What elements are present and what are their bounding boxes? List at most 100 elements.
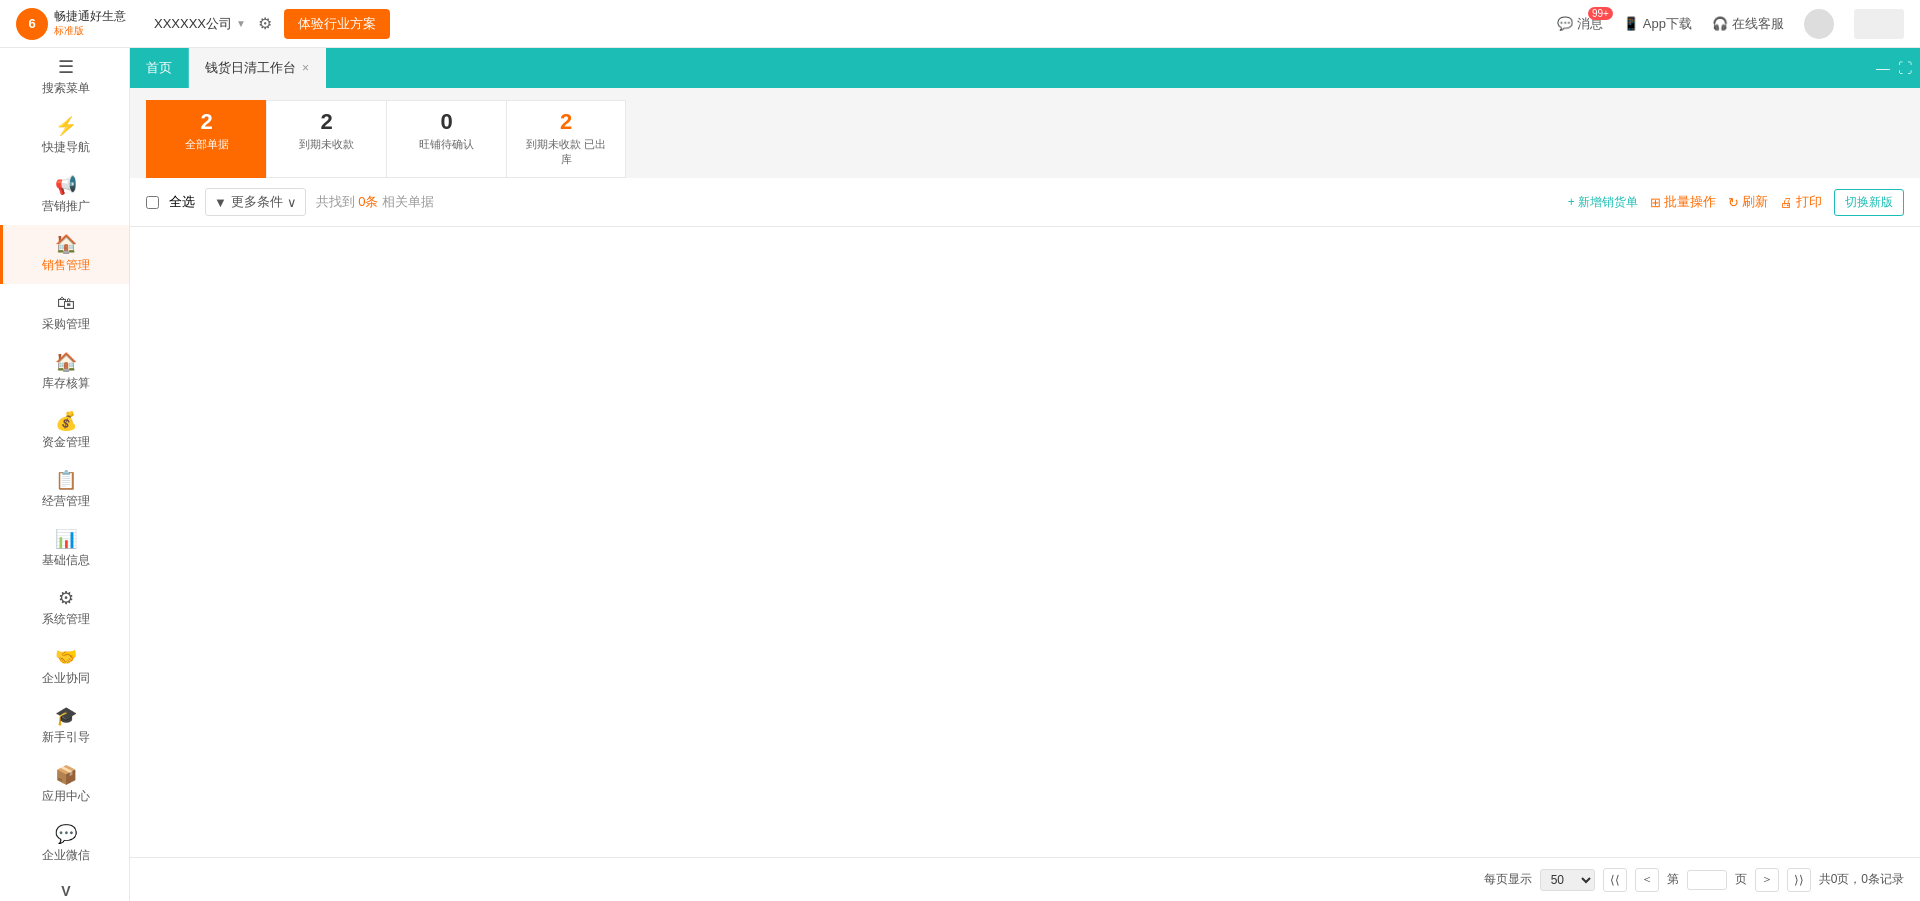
topbar: 6 畅捷通好生意 标准版 XXXXXX公司 ▼ ⚙ 体验行业方案 💬 消息 99… xyxy=(0,0,1920,48)
sidebar-item-quick-nav[interactable]: ⚡ 快捷导航 xyxy=(0,107,129,166)
tab-minimize-button[interactable]: — xyxy=(1876,60,1890,76)
sidebar: ☰ 搜索菜单 ⚡ 快捷导航 📢 营销推广 🏠 销售管理 🛍 采购管理 🏠 库存核… xyxy=(0,48,130,901)
search-menu-icon: ☰ xyxy=(58,58,74,76)
company-name: XXXXXX公司 xyxy=(154,15,232,33)
sidebar-item-cooperation[interactable]: 🤝 企业协同 xyxy=(0,638,129,697)
table-area xyxy=(130,227,1920,857)
download-icon: 📱 xyxy=(1623,16,1639,31)
message-icon: 💬 xyxy=(1557,16,1573,31)
last-page-button[interactable]: ⟩⟩ xyxy=(1787,868,1811,892)
sidebar-item-app-center[interactable]: 📦 应用中心 xyxy=(0,756,129,815)
logo-area: 6 畅捷通好生意 标准版 xyxy=(16,8,146,40)
page-number-input[interactable]: 1 xyxy=(1687,870,1727,890)
finance-icon: 💰 xyxy=(55,412,77,430)
newbie-icon: 🎓 xyxy=(55,707,77,725)
member-icon: V xyxy=(61,884,70,898)
first-page-button[interactable]: ⟨⟨ xyxy=(1603,868,1627,892)
system-icon: ⚙ xyxy=(58,589,74,607)
sidebar-item-purchase[interactable]: 🛍 采购管理 xyxy=(0,284,129,343)
service-icon: 🎧 xyxy=(1712,16,1728,31)
filter-icon: ▼ xyxy=(214,195,227,210)
user-name-area xyxy=(1854,9,1904,39)
stat-num-wang: 0 xyxy=(403,111,490,133)
message-button[interactable]: 💬 消息 99+ xyxy=(1557,15,1603,33)
app-name: 畅捷通好生意 xyxy=(54,9,126,25)
pagination: 每页显示 50 100 200 ⟨⟨ ＜ 第 1 页 ＞ ⟩⟩ 共0页，0条记录 xyxy=(130,857,1920,901)
print-icon: 🖨 xyxy=(1780,195,1793,210)
page-size-select[interactable]: 50 100 200 xyxy=(1540,869,1595,891)
filter-arrow: ∨ xyxy=(287,195,297,210)
stat-label-all: 全部单据 xyxy=(163,137,250,152)
purchase-icon: 🛍 xyxy=(57,294,75,312)
add-sales-button[interactable]: + 新增销货单 xyxy=(1568,194,1638,211)
found-count: 0条 xyxy=(358,194,378,209)
toolbar-right: + 新增销货单 ⊞ 批量操作 ↻ 刷新 🖨 打印 切换新版 xyxy=(1568,189,1904,216)
next-page-button[interactable]: ＞ xyxy=(1755,868,1779,892)
online-service-button[interactable]: 🎧 在线客服 xyxy=(1712,15,1784,33)
page-size-label: 每页显示 xyxy=(1484,871,1532,888)
stats-row: 2 全部单据 2 到期未收款 0 旺铺待确认 2 到期未收款 已出库 xyxy=(130,88,1920,178)
tabbar-actions: — ⛶ xyxy=(1876,60,1920,76)
sidebar-item-finance[interactable]: 💰 资金管理 xyxy=(0,402,129,461)
prev-page-button[interactable]: ＜ xyxy=(1635,868,1659,892)
tabbar: 首页 钱货日清工作台 × — ⛶ xyxy=(130,48,1920,88)
filter-button[interactable]: ▼ 更多条件 ∨ xyxy=(205,188,306,216)
page-total-info: 共0页，0条记录 xyxy=(1819,871,1904,888)
sidebar-item-wechat[interactable]: 💬 企业微信 xyxy=(0,815,129,874)
stat-card-wang[interactable]: 0 旺铺待确认 xyxy=(386,100,506,178)
logo-icon: 6 xyxy=(16,8,48,40)
cooperation-icon: 🤝 xyxy=(55,648,77,666)
tab-close-workbench[interactable]: × xyxy=(302,61,309,75)
print-button[interactable]: 🖨 打印 xyxy=(1780,193,1822,211)
marketing-icon: 📢 xyxy=(55,176,77,194)
company-selector[interactable]: XXXXXX公司 ▼ xyxy=(154,15,246,33)
stat-card-unshipped[interactable]: 2 到期未收款 已出库 xyxy=(506,100,626,178)
app-badge: 标准版 xyxy=(54,24,126,38)
stat-label-unshipped: 到期未收款 已出库 xyxy=(523,137,609,167)
batch-icon: ⊞ xyxy=(1650,195,1661,210)
app-center-icon: 📦 xyxy=(55,766,77,784)
sidebar-item-inventory[interactable]: 🏠 库存核算 xyxy=(0,343,129,402)
sidebar-item-search-menu[interactable]: ☰ 搜索菜单 xyxy=(0,48,129,107)
main-area: 首页 钱货日清工作台 × — ⛶ 2 全部单据 2 到期未收款 0 旺铺待确认 xyxy=(130,48,1920,901)
refresh-icon: ↻ xyxy=(1728,195,1739,210)
app-download-button[interactable]: 📱 App下载 xyxy=(1623,15,1692,33)
sidebar-item-system[interactable]: ⚙ 系统管理 xyxy=(0,579,129,638)
base-info-icon: 📊 xyxy=(55,530,77,548)
batch-operation-button[interactable]: ⊞ 批量操作 xyxy=(1650,193,1716,211)
content-area: 2 全部单据 2 到期未收款 0 旺铺待确认 2 到期未收款 已出库 全选 ▼ … xyxy=(130,88,1920,901)
sidebar-item-newbie[interactable]: 🎓 新手引导 xyxy=(0,697,129,756)
stat-num-all: 2 xyxy=(163,111,250,133)
tab-workbench[interactable]: 钱货日清工作台 × xyxy=(189,48,326,88)
select-all-checkbox[interactable] xyxy=(146,196,159,209)
toolbar: 全选 ▼ 更多条件 ∨ 共找到 0条 相关单据 + 新增销货单 ⊞ 批量操作 ↻… xyxy=(130,178,1920,227)
message-badge: 99+ xyxy=(1588,7,1613,20)
sidebar-item-marketing[interactable]: 📢 营销推广 xyxy=(0,166,129,225)
tab-maximize-button[interactable]: ⛶ xyxy=(1898,60,1912,76)
sidebar-item-base-info[interactable]: 📊 基础信息 xyxy=(0,520,129,579)
tab-home[interactable]: 首页 xyxy=(130,48,189,88)
stat-label-wang: 旺铺待确认 xyxy=(403,137,490,152)
company-dropdown-arrow: ▼ xyxy=(236,18,246,29)
stat-label-overdue: 到期未收款 xyxy=(283,137,370,152)
wechat-icon: 💬 xyxy=(55,825,77,843)
avatar[interactable] xyxy=(1804,9,1834,39)
sales-icon: 🏠 xyxy=(55,235,77,253)
quick-nav-icon: ⚡ xyxy=(55,117,77,135)
select-all-label: 全选 xyxy=(169,193,195,211)
found-text: 共找到 0条 相关单据 xyxy=(316,193,434,211)
sidebar-item-member[interactable]: V 畅会员 xyxy=(0,874,129,901)
operations-icon: 📋 xyxy=(55,471,77,489)
settings-icon[interactable]: ⚙ xyxy=(258,14,272,33)
refresh-button[interactable]: ↻ 刷新 xyxy=(1728,193,1768,211)
sidebar-item-sales[interactable]: 🏠 销售管理 xyxy=(0,225,129,284)
inventory-icon: 🏠 xyxy=(55,353,77,371)
stat-card-all[interactable]: 2 全部单据 xyxy=(146,100,266,178)
sidebar-item-operations[interactable]: 📋 经营管理 xyxy=(0,461,129,520)
stat-num-unshipped: 2 xyxy=(523,111,609,133)
topbar-right: 💬 消息 99+ 📱 App下载 🎧 在线客服 xyxy=(1557,9,1904,39)
stat-num-overdue: 2 xyxy=(283,111,370,133)
trial-button[interactable]: 体验行业方案 xyxy=(284,9,390,39)
switch-version-button[interactable]: 切换新版 xyxy=(1834,189,1904,216)
stat-card-overdue[interactable]: 2 到期未收款 xyxy=(266,100,386,178)
